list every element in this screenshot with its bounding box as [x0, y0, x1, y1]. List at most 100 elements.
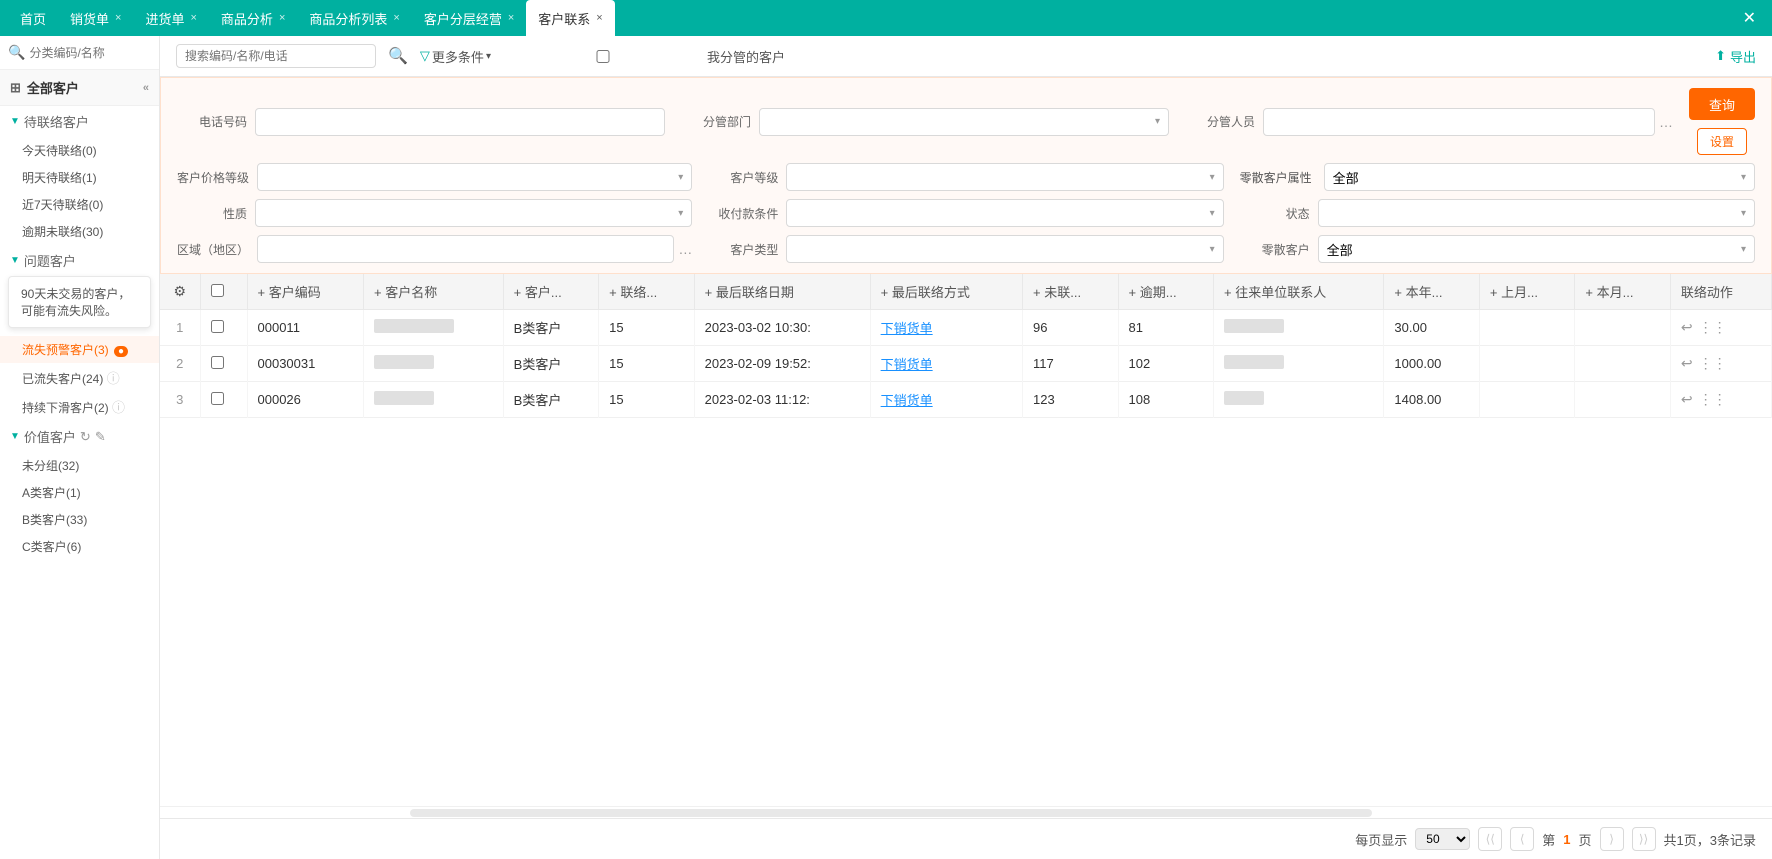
sidebar-item-class-a[interactable]: A类客户(1)	[0, 479, 159, 506]
th-last-method: + 最后联络方式	[870, 274, 1022, 310]
scrollbar-track[interactable]	[410, 809, 1372, 817]
sidebar-item-class-b[interactable]: B类客户(33)	[0, 506, 159, 533]
close-tab-purchase[interactable]: ×	[190, 12, 196, 24]
sidebar-all-customers[interactable]: ⊞ 全部客户 «	[0, 70, 159, 106]
cell-action[interactable]: ↩ ⋮⋮	[1670, 346, 1771, 382]
row-checkbox[interactable]	[211, 392, 224, 405]
last-page-btn[interactable]: ⟩⟩	[1632, 827, 1656, 851]
contact-icon[interactable]: ↩	[1681, 355, 1693, 372]
customer-type-select[interactable]: ▾	[786, 235, 1223, 263]
th-action: 联络动作	[1670, 274, 1771, 310]
cell-type: B类客户	[503, 310, 598, 346]
sidebar-section-pending[interactable]: ▼ 待联络客户	[0, 106, 159, 137]
sidebar-item-overdue[interactable]: 逾期未联络(30)	[0, 218, 159, 245]
sidebar-item-class-c[interactable]: C类客户(6)	[0, 533, 159, 560]
payment-select[interactable]: ▾	[786, 199, 1223, 227]
refresh-value-icon[interactable]: ↻	[80, 429, 91, 445]
tab-customer-tier[interactable]: 客户分层经营 ×	[412, 0, 526, 36]
per-page-select[interactable]: 50 100 200	[1415, 828, 1470, 850]
first-page-btn[interactable]: ⟨⟨	[1478, 827, 1502, 851]
edit-value-icon[interactable]: ✎	[95, 429, 106, 445]
more-action-icon[interactable]: ⋮⋮	[1699, 391, 1727, 408]
more-action-icon[interactable]: ⋮⋮	[1699, 355, 1727, 372]
row-checkbox[interactable]	[211, 320, 224, 333]
search-button[interactable]: 🔍	[388, 46, 408, 66]
zero-attr-select[interactable]: 全部 ▾	[1324, 163, 1755, 191]
cell-action[interactable]: ↩ ⋮⋮	[1670, 382, 1771, 418]
status-select[interactable]: ▾	[1318, 199, 1755, 227]
sidebar-item-tomorrow[interactable]: 明天待联络(1)	[0, 164, 159, 191]
cell-this-year: 30.00	[1384, 310, 1479, 346]
window-close-button[interactable]: ✕	[1735, 8, 1764, 28]
contact-icon[interactable]: ↩	[1681, 319, 1693, 336]
cell-last-method[interactable]: 下销货单	[870, 310, 1022, 346]
sidebar-collapse-btn[interactable]: «	[143, 82, 149, 94]
close-tab-customer-tier[interactable]: ×	[508, 12, 514, 24]
sidebar-item-ungroup[interactable]: 未分组(32)	[0, 452, 159, 479]
sidebar-item-churned[interactable]: 已流失客户(24) ⓘ	[0, 363, 159, 392]
prev-page-btn[interactable]: ⟨	[1510, 827, 1534, 851]
search-input[interactable]	[176, 44, 376, 68]
chevron-down-icon: ▾	[486, 51, 491, 62]
sidebar-search-icon: 🔍	[8, 44, 25, 61]
sidebar-search-input[interactable]	[29, 46, 151, 60]
last-method-link[interactable]: 下销货单	[881, 393, 933, 408]
cell-checkbox[interactable]	[200, 310, 247, 346]
cell-checkbox[interactable]	[200, 382, 247, 418]
more-conditions-btn[interactable]: ▽ 更多条件 ▾	[420, 47, 491, 66]
tab-purchase[interactable]: 进货单 ×	[133, 0, 208, 36]
retail-select[interactable]: 全部 ▾	[1318, 235, 1755, 263]
manager-dots-icon[interactable]: …	[1659, 114, 1673, 130]
sidebar-item-declining[interactable]: 持续下滑客户(2) ⓘ	[0, 392, 159, 421]
settings-button[interactable]: 设置	[1697, 128, 1747, 155]
select-all-checkbox[interactable]	[211, 284, 224, 297]
area-input[interactable]	[257, 235, 674, 263]
price-grade-select[interactable]: ▾	[257, 163, 692, 191]
dept-select[interactable]: ▾	[759, 108, 1169, 136]
query-button[interactable]: 查询	[1689, 88, 1755, 120]
th-checkbox[interactable]	[200, 274, 247, 310]
next-page-btn[interactable]: ⟩	[1600, 827, 1624, 851]
close-tab-sales[interactable]: ×	[115, 12, 121, 24]
filter-phone: 电话号码	[177, 108, 665, 136]
cell-last-method[interactable]: 下销货单	[870, 346, 1022, 382]
sidebar-section-value[interactable]: ▼ 价值客户 ↻ ✎	[0, 421, 159, 452]
cell-last-month	[1479, 382, 1574, 418]
contact-icon[interactable]: ↩	[1681, 391, 1693, 408]
sidebar-section-problem[interactable]: ▼ 问题客户	[0, 245, 159, 276]
nature-select[interactable]: ▾	[255, 199, 692, 227]
close-tab-analysis-list[interactable]: ×	[393, 12, 399, 24]
cell-checkbox[interactable]	[200, 346, 247, 382]
last-method-link[interactable]: 下销货单	[881, 357, 933, 372]
payment-arrow-icon: ▾	[1210, 208, 1215, 219]
grade-arrow-icon: ▾	[1210, 172, 1215, 183]
status-arrow-icon: ▾	[1741, 208, 1746, 219]
more-action-icon[interactable]: ⋮⋮	[1699, 319, 1727, 336]
cell-last-method[interactable]: 下销货单	[870, 382, 1022, 418]
filter-actions: 查询 设置	[1689, 88, 1755, 155]
phone-input[interactable]	[255, 108, 665, 136]
tab-analysis[interactable]: 商品分析 ×	[209, 0, 297, 36]
tab-analysis-list[interactable]: 商品分析列表 ×	[297, 0, 411, 36]
tab-customer-contact[interactable]: 客户联系 ×	[526, 0, 614, 36]
tab-home[interactable]: 首页	[8, 0, 58, 36]
sidebar-item-today[interactable]: 今天待联络(0)	[0, 137, 159, 164]
my-customers-checkbox-label[interactable]: 我分管的客户	[503, 47, 785, 66]
horizontal-scrollbar[interactable]	[160, 806, 1772, 818]
close-tab-customer-contact[interactable]: ×	[596, 12, 602, 24]
grade-select[interactable]: ▾	[786, 163, 1223, 191]
cell-action[interactable]: ↩ ⋮⋮	[1670, 310, 1771, 346]
my-customers-checkbox[interactable]	[503, 50, 703, 63]
sidebar-item-churn-warning[interactable]: 流失预警客户(3) ●	[0, 336, 159, 363]
area-dots-icon[interactable]: …	[678, 241, 692, 257]
gear-icon[interactable]: ⚙	[173, 283, 186, 299]
tab-sales[interactable]: 销货单 ×	[58, 0, 133, 36]
manager-input[interactable]	[1263, 108, 1655, 136]
export-button[interactable]: ⬆ 导出	[1715, 47, 1756, 66]
close-tab-analysis[interactable]: ×	[279, 12, 285, 24]
filter-bar: 🔍 ▽ 更多条件 ▾ 我分管的客户 ⬆ 导出	[160, 36, 1772, 77]
th-gear[interactable]: ⚙	[160, 274, 200, 310]
last-method-link[interactable]: 下销货单	[881, 321, 933, 336]
row-checkbox[interactable]	[211, 356, 224, 369]
sidebar-item-7days[interactable]: 近7天待联络(0)	[0, 191, 159, 218]
